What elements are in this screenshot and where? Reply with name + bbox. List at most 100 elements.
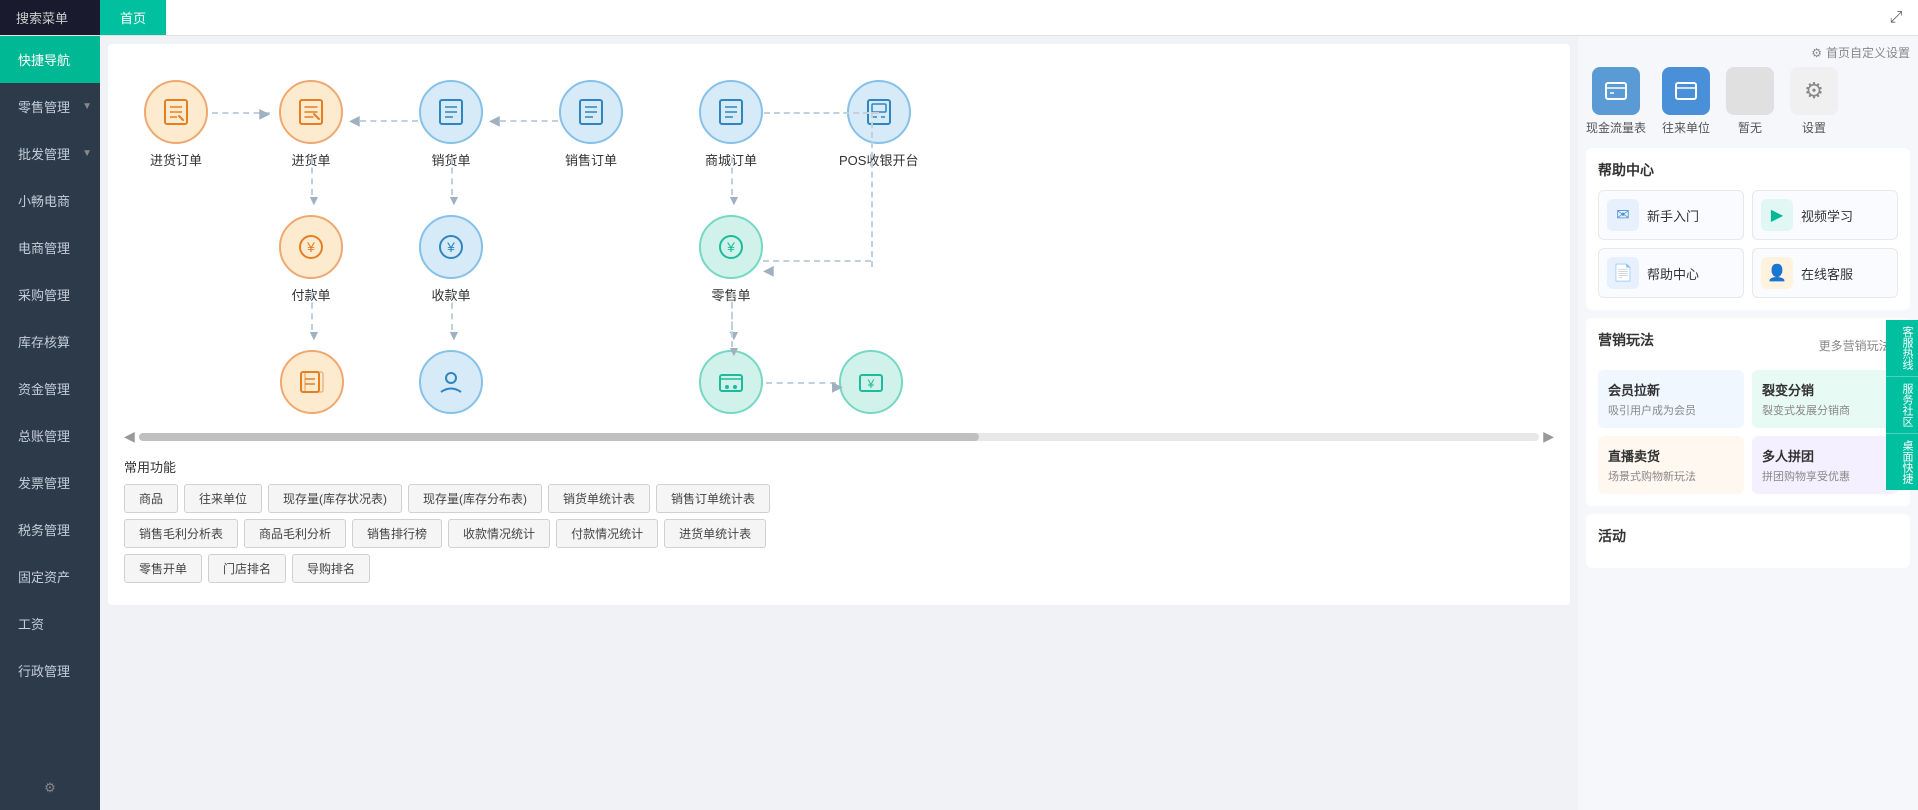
node-sales-bill[interactable]: 销货单 [419,80,483,169]
func-btn-partners[interactable]: 往来单位 [184,484,262,513]
tab-home[interactable]: 首页 [100,0,166,35]
arrow-h1: ▶ [212,112,270,120]
func-btn-purchase-stat[interactable]: 进货单统计表 [664,519,766,548]
scroll-track[interactable] [139,433,1539,441]
sidebar-item-retail[interactable]: 零售管理 ▼ [0,83,100,130]
node-retail-warehouse[interactable]: 零售出库 [699,350,763,420]
node-receipt[interactable]: ¥ 收款单 [419,215,483,304]
sidebar-item-wholesale[interactable]: 批发管理 ▼ [0,130,100,177]
func-btn-receipt-stat[interactable]: 收款情况统计 [448,519,550,548]
right-panel: ⚙ 首页自定义设置 现金流量表 往来单位 [1578,36,1918,810]
sidebar-item-ledger[interactable]: 总账管理 [0,412,100,459]
mall-order-icon [699,80,763,144]
node-payment[interactable]: ¥ 付款单 [279,215,343,304]
float-btn-desktop[interactable]: 桌面快捷 [1886,434,1918,490]
sidebar-item-ecom2[interactable]: 电商管理 [0,224,100,271]
member-title: 会员拉新 [1608,380,1734,399]
sidebar-item-admin[interactable]: 行政管理 [0,647,100,694]
sidebar-item-label: 小畅电商 [18,191,70,210]
sidebar-item-quicknav[interactable]: 快捷导航 [0,36,100,83]
flowchart-scroll[interactable]: 进货订单 ▶ 进货单 [124,60,1554,420]
func-btn-sales-stat[interactable]: 销货单统计表 [548,484,650,513]
svg-text:¥: ¥ [446,239,455,255]
sidebar-item-label: 库存核算 [18,332,70,351]
sidebar-settings-button[interactable]: ⚙ [0,766,100,810]
empty-label: 暂无 [1738,119,1762,136]
sidebar-item-label: 电商管理 [18,238,70,257]
sidebar-item-assets[interactable]: 固定资产 [0,553,100,600]
node-purchase-order[interactable]: 进货订单 [144,80,208,169]
node-retail-settlement[interactable]: ¥ 零售结算 [839,350,903,420]
main-content: 进货订单 ▶ 进货单 [100,36,1578,810]
content-area: 进货订单 ▶ 进货单 [100,36,1918,810]
retail-settlement-icon: ¥ [839,350,903,414]
sidebar-item-finance[interactable]: 资金管理 [0,365,100,412]
marketing-item-distribute[interactable]: 裂变分销 裂变式发展分销商 [1752,370,1898,428]
func-btn-stock1[interactable]: 现存量(库存状况表) [268,484,402,513]
func-btn-store-rank[interactable]: 门店排名 [208,554,286,583]
help-item-beginner[interactable]: ✉ 新手入门 [1598,190,1744,240]
func-btn-gross2[interactable]: 商品毛利分析 [244,519,346,548]
scroll-left-arrow[interactable]: ◀ [124,428,135,445]
node-sales-order[interactable]: 销售订单 [559,80,623,169]
retail-bill-icon: ¥ [699,215,763,279]
func-btn-guide-rank[interactable]: 导购排名 [292,554,370,583]
quick-access-cashflow[interactable]: 现金流量表 [1586,67,1646,136]
common-functions: 常用功能 商品 往来单位 现存量(库存状况表) 现存量(库存分布表) 销货单统计… [124,457,1554,583]
sidebar-item-invoice[interactable]: 发票管理 [0,459,100,506]
node-purchase-bill[interactable]: 进货单 [279,80,343,169]
float-btn-community[interactable]: 服务社区 [1886,377,1918,434]
customize-label: 首页自定义设置 [1826,44,1910,61]
marketing-section: 营销玩法 更多营销玩法 › 会员拉新 吸引用户成为会员 裂变分销 裂变式发展分销… [1586,318,1910,506]
sidebar-item-payroll[interactable]: 工资 [0,600,100,647]
partners-label: 往来单位 [1662,119,1710,136]
node-customer-account[interactable]: 客户账本 [419,350,483,420]
help-item-support[interactable]: 👤 在线客服 [1752,248,1898,298]
marketing-item-live[interactable]: 直播卖货 场景式购物新玩法 [1598,436,1744,494]
func-row1: 商品 往来单位 现存量(库存状况表) 现存量(库存分布表) 销货单统计表 销售订… [124,484,1554,513]
sidebar-item-tax[interactable]: 税务管理 [0,506,100,553]
arrow-pos-to-right [764,112,879,114]
cashflow-icon-box [1592,67,1640,115]
supplier-account-icon [280,350,344,414]
node-supplier-account[interactable]: 供应商账本 [279,350,344,420]
marketing-item-group[interactable]: 多人拼团 拼团购物享受优惠 [1752,436,1898,494]
support-icon: 👤 [1761,257,1793,289]
scroll-bar: ◀ ▶ [124,428,1554,445]
marketing-grid: 会员拉新 吸引用户成为会员 裂变分销 裂变式发展分销商 直播卖货 场景式购物新玩… [1598,370,1898,494]
quick-access-settings[interactable]: ⚙ 设置 [1790,67,1838,136]
sidebar-item-ecom1[interactable]: 小畅电商 [0,177,100,224]
func-btn-sales-order-stat[interactable]: 销售订单统计表 [656,484,770,513]
func-btn-sales-rank[interactable]: 销售排行榜 [352,519,442,548]
sidebar-item-label: 快捷导航 [18,50,70,69]
marketing-title: 营销玩法 [1598,330,1654,350]
retail-warehouse-icon [699,350,763,414]
scroll-right-arrow[interactable]: ▶ [1543,428,1554,445]
sidebar-item-inventory[interactable]: 库存核算 [0,318,100,365]
quick-access-partners[interactable]: 往来单位 [1662,67,1710,136]
node-retail-bill[interactable]: ¥ 零售单 [699,215,763,304]
float-btn-support[interactable]: 客服热线 [1886,320,1918,377]
func-btn-stock2[interactable]: 现存量(库存分布表) [408,484,542,513]
node-pos-order[interactable]: POS收银开台 [839,80,918,169]
node-mall-order[interactable]: 商城订单 [699,80,763,169]
customize-link[interactable]: ⚙ 首页自定义设置 [1586,44,1910,61]
cashflow-label: 现金流量表 [1586,119,1646,136]
payment-icon: ¥ [279,215,343,279]
help-item-video[interactable]: ▶ 视频学习 [1752,190,1898,240]
func-btn-retail-order[interactable]: 零售开单 [124,554,202,583]
search-menu[interactable]: 搜索菜单 [0,0,100,35]
help-item-helpcenter[interactable]: 📄 帮助中心 [1598,248,1744,298]
group-title: 多人拼团 [1762,446,1888,465]
distribute-desc: 裂变式发展分销商 [1762,402,1888,418]
main-layout: 快捷导航 零售管理 ▼ 批发管理 ▼ 小畅电商 电商管理 采购管理 库存核算 资… [0,36,1918,810]
common-func-title: 常用功能 [124,457,1554,476]
func-btn-payment-stat[interactable]: 付款情况统计 [556,519,658,548]
top-bar: 搜索菜单 首页 ⤢ [0,0,1918,36]
marketing-item-member[interactable]: 会员拉新 吸引用户成为会员 [1598,370,1744,428]
quick-access-empty[interactable]: 暂无 [1726,67,1774,136]
func-btn-goods[interactable]: 商品 [124,484,178,513]
fullscreen-button[interactable]: ⤢ [1884,6,1908,30]
sidebar-item-purchase[interactable]: 采购管理 [0,271,100,318]
func-btn-gross1[interactable]: 销售毛利分析表 [124,519,238,548]
